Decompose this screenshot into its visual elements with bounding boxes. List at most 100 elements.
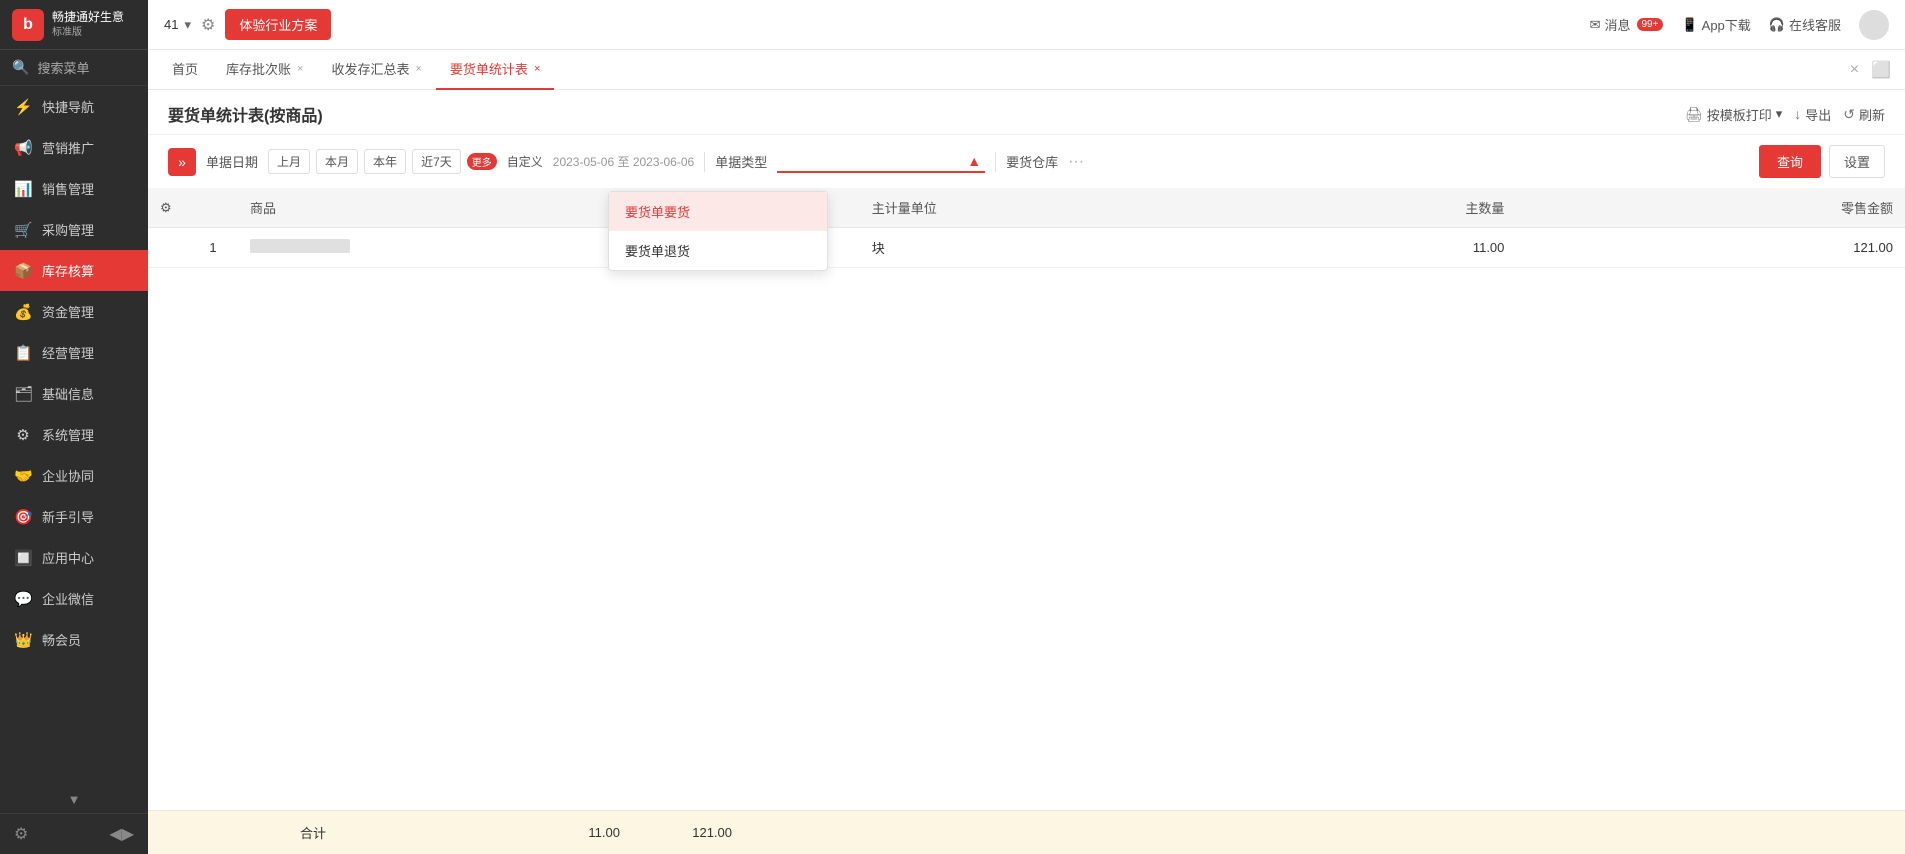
trial-button[interactable]: 体验行业方案 [225,9,331,40]
message-icon: ✉ [1590,17,1601,33]
app-logo-text: 畅捷通好生意 标准版 [52,10,124,39]
sidebar-item-finance[interactable]: 💰 资金管理 [0,291,148,332]
date-label: 单据日期 [206,152,258,171]
quick-nav-icon: ⚡ [14,98,32,116]
table-body: 1 块 11.00 121.00 [148,228,1905,268]
tabs-expand[interactable]: ⬜ [1867,60,1895,80]
online-service-button[interactable]: 🎧 在线客服 [1769,15,1841,34]
app-download-button[interactable]: 📱 App下载 [1681,15,1750,34]
purchase-icon: 🛒 [14,221,32,239]
tab-order-stat[interactable]: 要货单统计表 × [436,50,554,90]
sidebar-footer: ⚙ ◀▶ [0,813,148,854]
sidebar-scroll-down[interactable]: ▼ [0,786,148,813]
sidebar: b 畅捷通好生意 标准版 🔍 搜索菜单 ⚡ 快捷导航 📢 营销推广 📊 销售管理… [0,0,148,854]
topbar: 41 ▾ ⚙ 体验行业方案 ✉ 消息 99+ 📱 App下载 🎧 在线客服 [148,0,1905,50]
type-chevron-up-icon[interactable]: ▲ [967,153,981,169]
prev-month-button[interactable]: 上月 [268,149,310,174]
tab-batch[interactable]: 库存批次账 × [212,50,317,90]
sidebar-item-members[interactable]: 👑 畅会员 [0,619,148,660]
tabs-close-all[interactable]: × [1842,61,1867,79]
sidebar-item-purchase[interactable]: 🛒 采购管理 [0,209,148,250]
settings-icon[interactable]: ⚙ [201,15,215,35]
sidebar-item-quick-nav[interactable]: ⚡ 快捷导航 [0,86,148,127]
tab-home[interactable]: 首页 [158,50,212,90]
tab-batch-close[interactable]: × [297,63,303,75]
type-dropdown: 要货单要货 要货单退货 [608,191,828,271]
custom-date-button[interactable]: 自定义 [507,153,543,170]
sidebar-search[interactable]: 🔍 搜索菜单 [0,50,148,86]
last7-button[interactable]: 近7天 [412,149,461,174]
store-selector[interactable]: 41 ▾ [164,17,191,33]
date-quick-buttons: 上月 本月 本年 近7天 更多 [268,149,497,174]
collapse-icon[interactable]: ◀▶ [109,824,134,844]
export-button[interactable]: ↓ 导出 [1794,105,1831,124]
page-title: 要货单统计表(按商品) [168,102,323,126]
table-header: ⚙ 商品 主计量单位 主数量 零售金额 [148,188,1905,228]
more-badge[interactable]: 更多 [467,153,497,170]
dropdown-item-order-goods[interactable]: 要货单要货 [609,192,827,231]
type-input[interactable] [781,153,961,168]
guide-icon: 🎯 [14,508,32,526]
row-index-cell: 1 [188,228,238,268]
search-icon: 🔍 [12,59,29,76]
sidebar-item-system[interactable]: ⚙ 系统管理 [0,414,148,455]
table-index-col [188,188,238,228]
app-logo-icon: b [12,9,44,41]
footer-total-amount: 121.00 [632,825,732,840]
headset-icon: 🎧 [1769,17,1785,33]
filter-expand-button[interactable]: » [168,148,196,176]
table-container: ⚙ 商品 主计量单位 主数量 零售金额 1 [148,188,1905,810]
chevron-down-print-icon: ▾ [1776,106,1783,122]
app-center-icon: 🔲 [14,549,32,567]
page-header-actions: 🖨 按模板打印 ▾ ↓ 导出 ↺ 刷新 [1685,105,1885,124]
sidebar-item-operation[interactable]: 📋 经营管理 [0,332,148,373]
filter-bar: » 单据日期 上月 本月 本年 近7天 更多 自定义 2023-05-06 至 … [148,134,1905,188]
table-amount-col: 零售金额 [1516,188,1905,228]
sales-icon: 📊 [14,180,32,198]
main-area: 41 ▾ ⚙ 体验行业方案 ✉ 消息 99+ 📱 App下载 🎧 在线客服 [148,0,1905,854]
filter-actions: 查询 设置 [1759,145,1885,178]
sidebar-item-app-center[interactable]: 🔲 应用中心 [0,537,148,578]
sidebar-item-inventory[interactable]: 📦 库存核算 [0,250,148,291]
refresh-button[interactable]: ↺ 刷新 [1843,105,1885,124]
table-qty-col: 主数量 [1206,188,1517,228]
table-row: 1 块 11.00 121.00 [148,228,1905,268]
sidebar-item-sales[interactable]: 📊 销售管理 [0,168,148,209]
footer-totals: 合计 11.00 121.00 [160,823,1893,842]
tab-dispatch-close[interactable]: × [415,63,421,75]
tab-dispatch[interactable]: 收发存汇总表 × [317,50,435,90]
sidebar-item-guide[interactable]: 🎯 新手引导 [0,496,148,537]
sidebar-item-enterprise[interactable]: 🤝 企业协同 [0,455,148,496]
settings-button[interactable]: 设置 [1829,145,1885,178]
messages-button[interactable]: ✉ 消息 99+ [1590,15,1664,34]
query-button[interactable]: 查询 [1759,145,1821,178]
filter-separator-2 [995,152,996,172]
tab-order-stat-close[interactable]: × [534,63,540,75]
table-footer: 合计 11.00 121.00 [148,810,1905,854]
refresh-icon: ↺ [1843,106,1855,123]
row-amount-cell: 121.00 [1516,228,1905,268]
print-template-button[interactable]: 🖨 按模板打印 ▾ [1685,105,1782,124]
filter-separator [704,152,705,172]
export-icon: ↓ [1794,106,1801,122]
warehouse-label: 要货仓库 [1006,152,1058,171]
sidebar-item-wechat[interactable]: 💬 企业微信 [0,578,148,619]
dropdown-item-order-return[interactable]: 要货单退货 [609,231,827,270]
user-avatar[interactable] [1859,10,1889,40]
operation-icon: 📋 [14,344,32,362]
sidebar-item-basic[interactable]: 🗂 基础信息 [0,373,148,414]
members-icon: 👑 [14,631,32,649]
table-settings-col[interactable]: ⚙ [148,188,188,228]
print-icon: 🖨 [1685,106,1703,123]
footer-total-label: 合计 [300,823,460,842]
cur-month-button[interactable]: 本月 [316,149,358,174]
warehouse-more-icon[interactable]: ··· [1068,153,1084,171]
phone-icon: 📱 [1681,17,1697,33]
sidebar-item-marketing[interactable]: 📢 营销推广 [0,127,148,168]
marketing-icon: 📢 [14,139,32,157]
enterprise-icon: 🤝 [14,467,32,485]
cur-year-button[interactable]: 本年 [364,149,406,174]
basic-icon: 🗂 [14,385,32,403]
settings-footer-icon[interactable]: ⚙ [14,824,28,844]
row-settings-cell [148,228,188,268]
